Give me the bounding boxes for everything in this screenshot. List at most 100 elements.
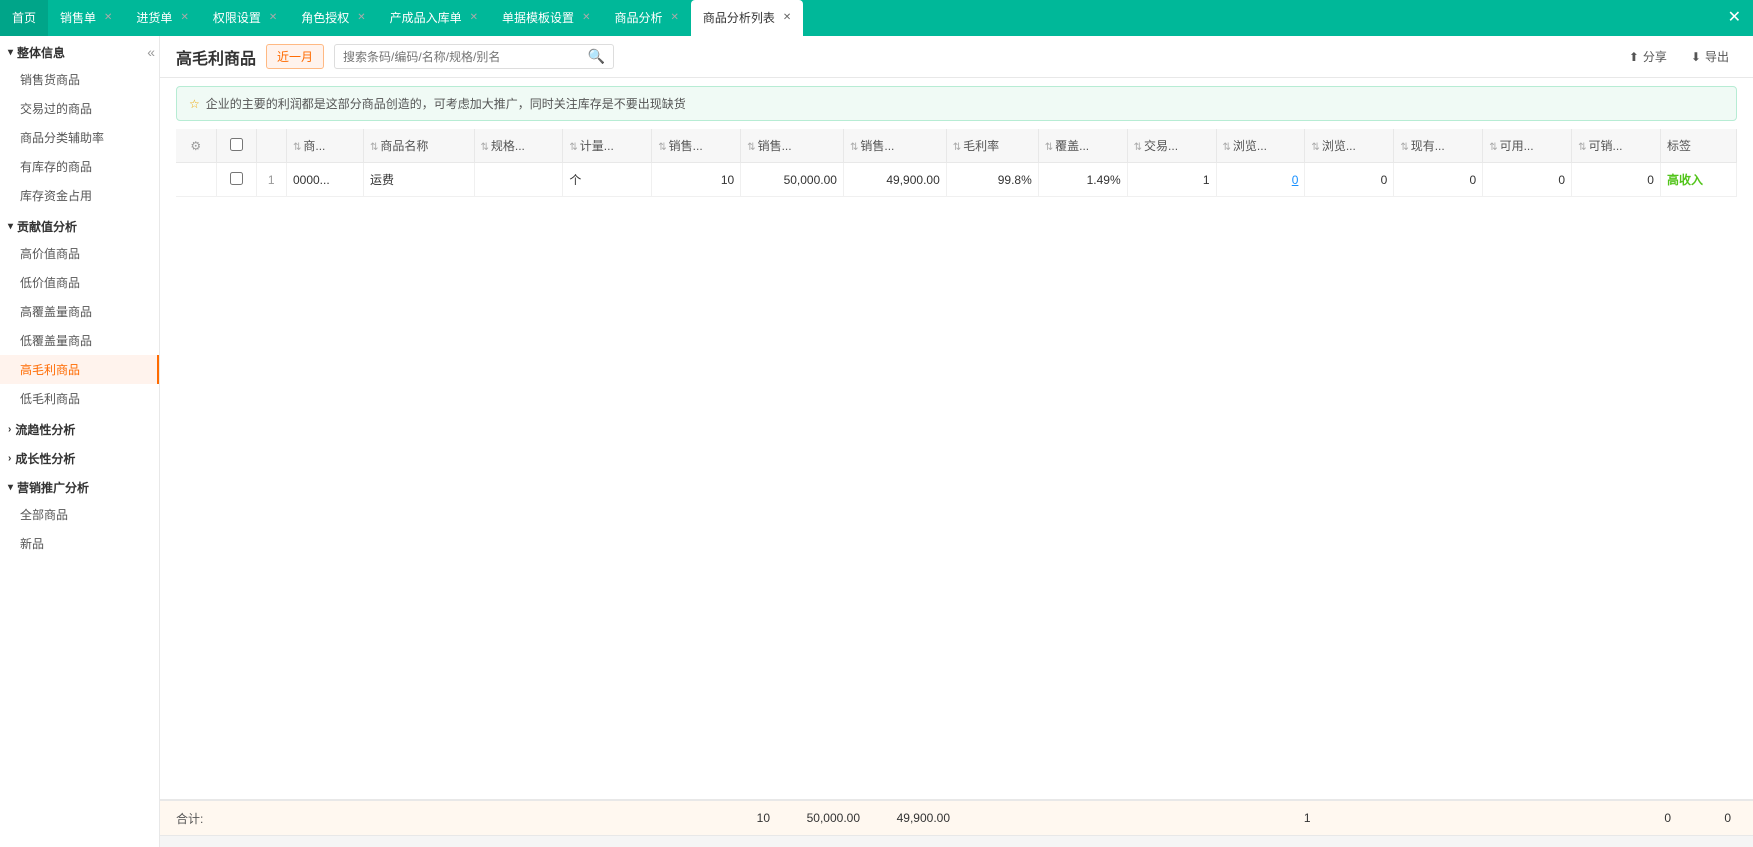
col-code: ⇅商...: [286, 129, 363, 163]
cell-available: 0: [1483, 163, 1572, 197]
col-browse2: ⇅浏览...: [1305, 129, 1394, 163]
cell-current-stock: 0: [1394, 163, 1483, 197]
footer-current-stock: 0: [1617, 811, 1677, 825]
tab-sales[interactable]: 销售单 ✕: [48, 0, 124, 36]
col-trade-count: ⇅交易...: [1127, 129, 1216, 163]
arrow-trend: ›: [8, 424, 11, 435]
close-permissions-tab[interactable]: ✕: [269, 0, 277, 36]
tab-roles[interactable]: 角色授权 ✕: [289, 0, 377, 36]
sidebar-item-new-goods[interactable]: 新品: [0, 529, 159, 558]
col-index: [256, 129, 286, 163]
arrow-overall: ▾: [8, 47, 13, 58]
col-current-stock: ⇅现有...: [1394, 129, 1483, 163]
search-box[interactable]: 🔍: [334, 44, 614, 69]
col-margin-rate: ⇅毛利率: [946, 129, 1038, 163]
arrow-marketing: ▾: [8, 482, 13, 493]
close-roles-tab[interactable]: ✕: [357, 0, 365, 36]
sidebar-item-analysis-assist[interactable]: 商品分类辅助率: [0, 123, 159, 152]
sidebar-item-traded-goods[interactable]: 交易过的商品: [0, 94, 159, 123]
close-purchase-tab[interactable]: ✕: [180, 0, 188, 36]
table-row: 1 0000... 运费 个 10 50,000.00 49,900.00 99…: [176, 163, 1737, 197]
share-button[interactable]: ⬆ 分享: [1621, 45, 1675, 68]
arrow-profit: ▾: [8, 221, 13, 232]
cell-checkbox[interactable]: [216, 163, 256, 197]
table-footer: 合计: 10 50,000.00 49,900.00 1 0 0: [160, 799, 1753, 835]
info-banner: ☆ 企业的主要的利润都是这部分商品创造的，可考虑加大推广，同时关注库存是不要出现…: [176, 86, 1737, 121]
sidebar-item-inventory-ratio[interactable]: 库存资金占用: [0, 181, 159, 210]
sidebar-item-sales-goods[interactable]: 销售货商品: [0, 65, 159, 94]
search-input[interactable]: [343, 50, 588, 64]
cell-sales-profit: 49,900.00: [843, 163, 946, 197]
tab-template[interactable]: 单据模板设置 ✕: [490, 0, 602, 36]
sidebar-group-trend[interactable]: › 流趋性分析: [0, 413, 159, 442]
goods-table: ⚙ ⇅商... ⇅商品名称 ⇅规格... ⇅计量... ⇅销售... ⇅销售..…: [176, 129, 1737, 197]
window-close-button[interactable]: ✕: [1716, 0, 1753, 36]
cell-name: 运费: [363, 163, 474, 197]
sidebar-item-all-goods[interactable]: 全部商品: [0, 500, 159, 529]
footer-sales-qty: 10: [716, 811, 776, 825]
sidebar-item-high-margin[interactable]: 高毛利商品: [0, 355, 159, 384]
sidebar-group-marketing[interactable]: ▾ 营销推广分析: [0, 471, 159, 500]
sidebar-group-growth[interactable]: › 成长性分析: [0, 442, 159, 471]
tab-home[interactable]: 首页: [0, 0, 48, 36]
col-coverage: ⇅覆盖...: [1038, 129, 1127, 163]
sidebar: « ▾ 整体信息 销售货商品 交易过的商品 商品分类辅助率 有库存的商品 库存资…: [0, 36, 160, 847]
export-icon: ⬇: [1691, 50, 1701, 64]
tab-analysis[interactable]: 商品分析 ✕: [602, 0, 690, 36]
row-checkbox[interactable]: [230, 172, 243, 185]
footer-sales-amount: 50,000.00: [776, 811, 866, 825]
close-analysis-list-tab[interactable]: ✕: [783, 0, 791, 36]
content-header: 高毛利商品 近一月 🔍 ⬆ 分享 ⬇ 导出: [160, 36, 1753, 78]
settings-icon[interactable]: ⚙: [190, 139, 201, 153]
cell-code: 0000...: [286, 163, 363, 197]
cell-browse2: 0: [1305, 163, 1394, 197]
col-settings[interactable]: ⚙: [176, 129, 216, 163]
col-sales-amount: ⇅销售...: [741, 129, 844, 163]
search-icon: 🔍: [588, 48, 605, 65]
tab-purchase[interactable]: 进货单 ✕: [124, 0, 200, 36]
tab-permissions[interactable]: 权限设置 ✕: [201, 0, 289, 36]
col-browse1: ⇅浏览...: [1216, 129, 1305, 163]
col-sales-qty: ⇅销售...: [652, 129, 741, 163]
close-sales-tab[interactable]: ✕: [104, 0, 112, 36]
info-icon: ☆: [189, 97, 200, 111]
sidebar-item-low-margin[interactable]: 低毛利商品: [0, 384, 159, 413]
cell-sales-qty: 10: [652, 163, 741, 197]
cell-coverage: 1.49%: [1038, 163, 1127, 197]
tab-products[interactable]: 产成品入库单 ✕: [378, 0, 490, 36]
tab-analysis-list[interactable]: 商品分析列表 ✕: [691, 0, 803, 36]
sidebar-group-overall[interactable]: ▾ 整体信息: [0, 36, 159, 65]
col-name: ⇅商品名称: [363, 129, 474, 163]
table-header-row: ⚙ ⇅商... ⇅商品名称 ⇅规格... ⇅计量... ⇅销售... ⇅销售..…: [176, 129, 1737, 163]
filter-recent-month-button[interactable]: 近一月: [266, 44, 324, 69]
main-layout: « ▾ 整体信息 销售货商品 交易过的商品 商品分类辅助率 有库存的商品 库存资…: [0, 36, 1753, 847]
page-title: 高毛利商品: [176, 45, 256, 69]
table-container[interactable]: ⚙ ⇅商... ⇅商品名称 ⇅规格... ⇅计量... ⇅销售... ⇅销售..…: [160, 129, 1753, 799]
top-nav: 首页 销售单 ✕ 进货单 ✕ 权限设置 ✕ 角色授权 ✕ 产成品入库单 ✕ 单据…: [0, 0, 1753, 36]
cell-sales-amount: 50,000.00: [741, 163, 844, 197]
bottom-scrollbar[interactable]: [160, 835, 1753, 847]
footer-label: 合计:: [176, 810, 236, 827]
cell-spec: [474, 163, 563, 197]
share-icon: ⬆: [1629, 50, 1639, 64]
sidebar-item-high-value[interactable]: 高价值商品: [0, 239, 159, 268]
col-spec: ⇅规格...: [474, 129, 563, 163]
col-sales-profit: ⇅销售...: [843, 129, 946, 163]
close-products-tab[interactable]: ✕: [470, 0, 478, 36]
cell-trade-count: 1: [1127, 163, 1216, 197]
select-all-checkbox[interactable]: [230, 138, 243, 151]
sidebar-group-profit[interactable]: ▾ 贡献值分析: [0, 210, 159, 239]
cell-tag: 高收入: [1660, 163, 1736, 197]
export-button[interactable]: ⬇ 导出: [1683, 45, 1737, 68]
close-analysis-tab[interactable]: ✕: [670, 0, 678, 36]
sidebar-item-in-stock[interactable]: 有库存的商品: [0, 152, 159, 181]
close-template-tab[interactable]: ✕: [582, 0, 590, 36]
sidebar-collapse-button[interactable]: «: [147, 44, 155, 60]
sidebar-item-high-coverage[interactable]: 高覆盖量商品: [0, 297, 159, 326]
sidebar-item-low-coverage[interactable]: 低覆盖量商品: [0, 326, 159, 355]
cell-browse1[interactable]: 0: [1216, 163, 1305, 197]
sidebar-item-low-value[interactable]: 低价值商品: [0, 268, 159, 297]
col-checkbox: [216, 129, 256, 163]
footer-sales-profit: 49,900.00: [866, 811, 956, 825]
cell-unit: 个: [563, 163, 652, 197]
